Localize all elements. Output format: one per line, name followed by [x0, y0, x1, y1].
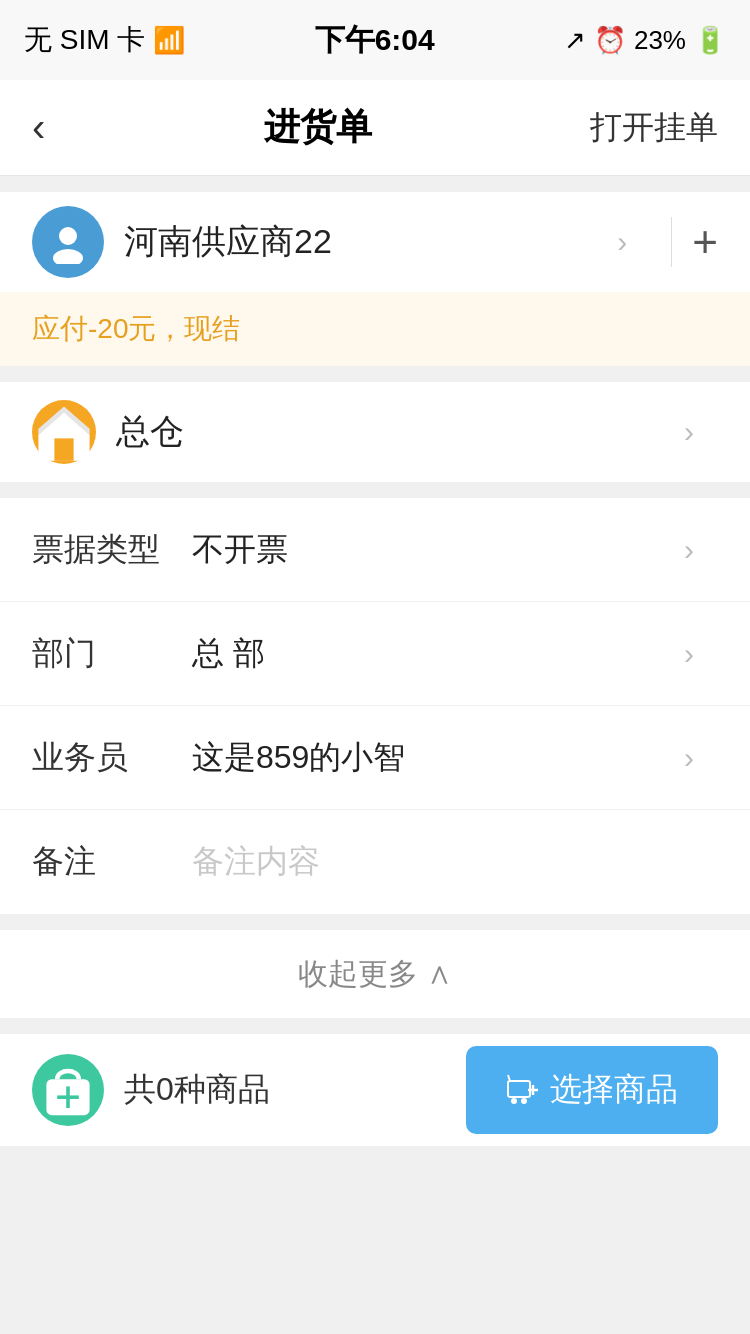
product-bag-icon — [32, 1054, 104, 1126]
back-button[interactable]: ‹ — [32, 105, 45, 150]
collapse-label: 收起更多 ∧ — [298, 954, 451, 995]
person-icon — [46, 220, 90, 264]
svg-point-10 — [521, 1098, 527, 1104]
svg-point-9 — [511, 1098, 517, 1104]
bottom-bar: 共0种商品 选择商品 — [0, 1034, 750, 1146]
page-title: 进货单 — [264, 103, 372, 152]
bag-svg — [32, 1054, 104, 1126]
department-label: 部门 — [32, 632, 172, 676]
remark-label: 备注 — [32, 840, 172, 884]
ticket-type-chevron-icon: › — [684, 533, 694, 567]
alarm-icon: ⏰ — [594, 25, 626, 56]
notice-text: 应付-20元，现结 — [32, 313, 240, 344]
department-row[interactable]: 部门 总 部 › — [0, 602, 750, 706]
ticket-type-label: 票据类型 — [32, 528, 172, 572]
warehouse-name: 总仓 — [116, 409, 684, 455]
status-time: 下午6:04 — [315, 20, 435, 61]
battery-icon: 🔋 — [694, 25, 726, 56]
status-bar: 无 SIM 卡 📶 下午6:04 ↗ ⏰ 23% 🔋 — [0, 0, 750, 80]
collapse-row[interactable]: 收起更多 ∧ — [0, 930, 750, 1018]
warehouse-chevron-icon: › — [684, 415, 694, 449]
salesperson-label: 业务员 — [32, 736, 172, 780]
department-chevron-icon: › — [684, 637, 694, 671]
svg-rect-3 — [54, 438, 73, 460]
supplier-chevron-icon: › — [617, 225, 627, 259]
svg-point-0 — [59, 227, 77, 245]
add-supplier-button[interactable]: + — [692, 217, 718, 267]
open-pending-button[interactable]: 打开挂单 — [590, 106, 718, 150]
supplier-avatar — [32, 206, 104, 278]
supplier-name: 河南供应商22 — [124, 219, 617, 265]
nav-bar: ‹ 进货单 打开挂单 — [0, 80, 750, 176]
status-right: ↗ ⏰ 23% 🔋 — [564, 25, 726, 56]
ticket-type-value: 不开票 — [192, 528, 684, 572]
cart-add-icon — [506, 1073, 540, 1107]
warehouse-row[interactable]: 总仓 › — [0, 382, 750, 482]
battery-text: 23% — [634, 25, 686, 56]
svg-point-1 — [53, 249, 83, 264]
remark-input[interactable]: 备注内容 — [192, 840, 718, 884]
select-product-button[interactable]: 选择商品 — [466, 1046, 718, 1134]
svg-rect-8 — [508, 1081, 530, 1097]
department-value: 总 部 — [192, 632, 684, 676]
svg-line-11 — [508, 1075, 510, 1081]
salesperson-value: 这是859的小智 — [192, 736, 684, 780]
carrier-text: 无 SIM 卡 — [24, 21, 145, 59]
status-carrier: 无 SIM 卡 📶 — [24, 21, 185, 59]
notice-bar: 应付-20元，现结 — [0, 292, 750, 366]
warehouse-icon — [32, 400, 96, 464]
salesperson-chevron-icon: › — [684, 741, 694, 775]
ticket-type-row[interactable]: 票据类型 不开票 › — [0, 498, 750, 602]
supplier-row[interactable]: 河南供应商22 › + — [0, 192, 750, 292]
wifi-icon: 📶 — [153, 25, 185, 56]
select-product-label: 选择商品 — [550, 1068, 678, 1112]
location-icon: ↗ — [564, 25, 586, 56]
product-count-label: 共0种商品 — [124, 1068, 466, 1112]
supplier-row-divider — [671, 217, 672, 267]
divider-top — [0, 176, 750, 192]
house-icon — [32, 400, 96, 464]
remark-row[interactable]: 备注 备注内容 — [0, 810, 750, 914]
salesperson-row[interactable]: 业务员 这是859的小智 › — [0, 706, 750, 810]
form-section: 票据类型 不开票 › 部门 总 部 › 业务员 这是859的小智 › 备注 备注… — [0, 498, 750, 914]
